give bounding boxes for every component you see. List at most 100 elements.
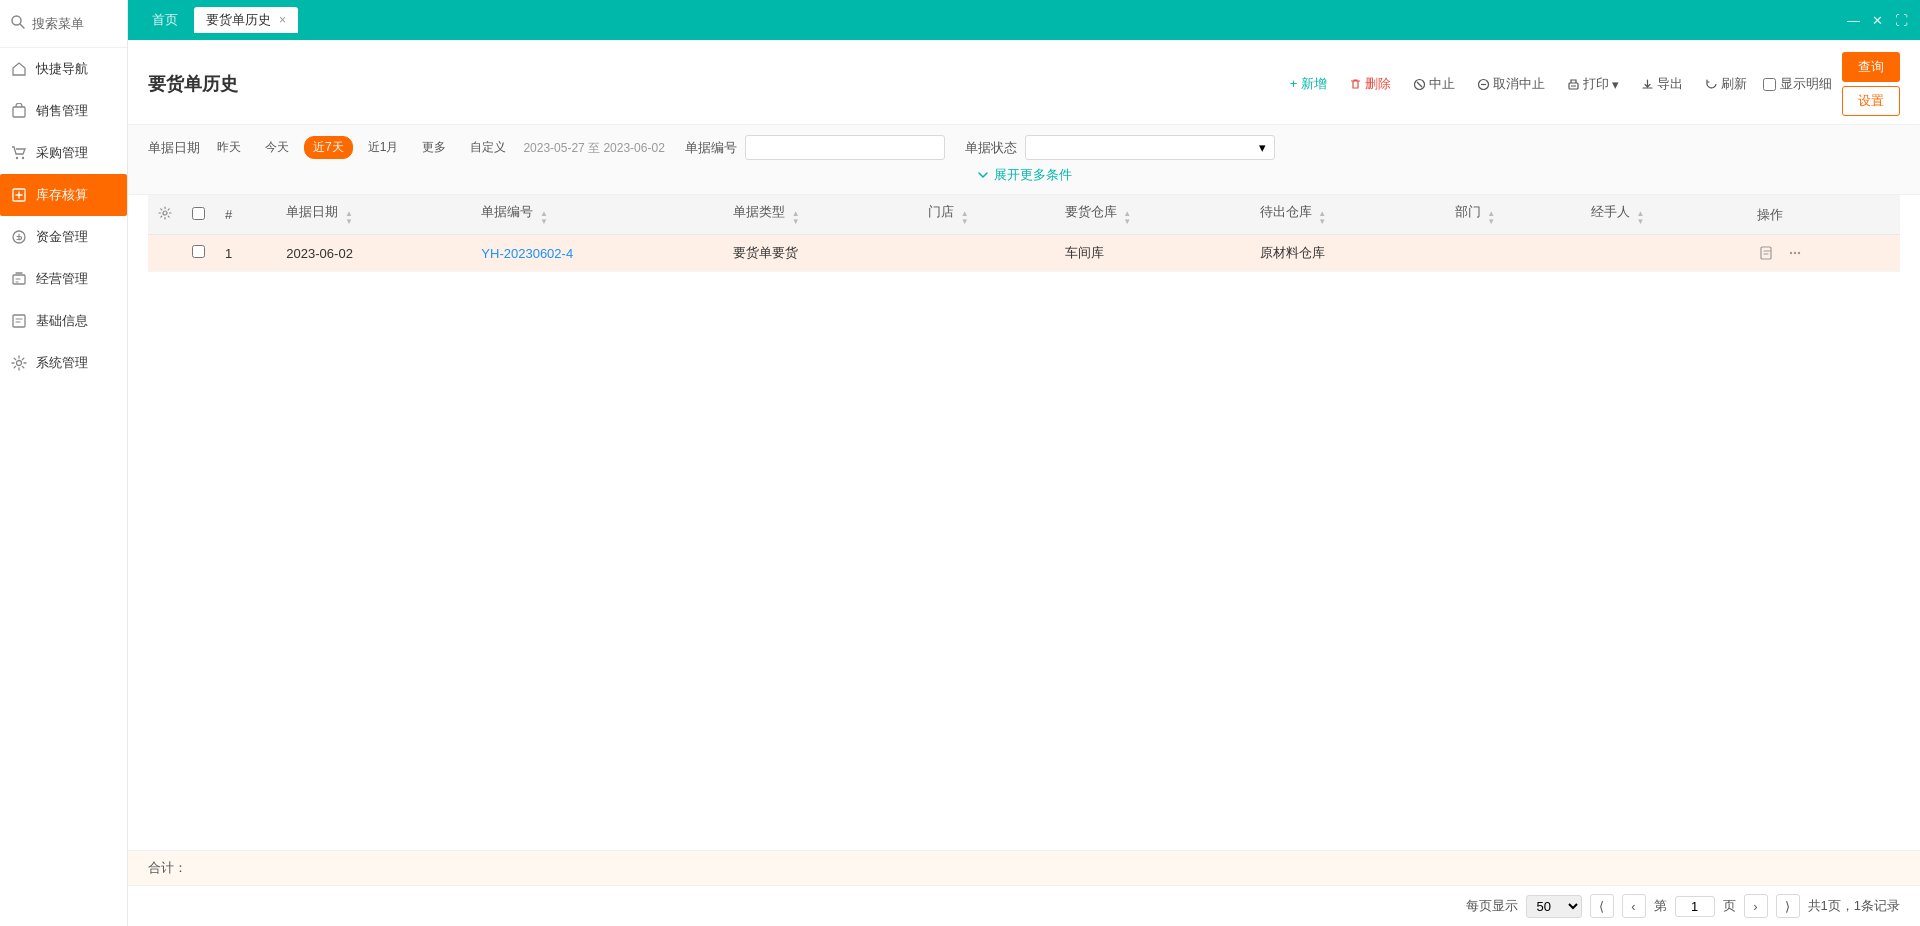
- page-area: 要货单历史 + 新增 删除 中止 取消中止: [128, 40, 1920, 926]
- top-nav-right: — ✕ ⛶: [1847, 13, 1908, 28]
- svg-point-18: [1793, 252, 1795, 254]
- page-header: 要货单历史 + 新增 删除 中止 取消中止: [128, 40, 1920, 125]
- prev-page-btn[interactable]: ‹: [1622, 894, 1646, 918]
- export-button[interactable]: 导出: [1635, 71, 1689, 97]
- table-header-row: # 单据日期 ▲▼ 单据编号 ▲▼ 单据类型 ▲▼: [148, 195, 1900, 235]
- sidebar-item-purchase[interactable]: 采购管理: [0, 132, 127, 174]
- print-button[interactable]: 打印 ▾: [1561, 71, 1625, 97]
- date-btn-7days[interactable]: 近7天: [304, 136, 353, 159]
- page-title: 要货单历史: [148, 72, 238, 96]
- stop-button[interactable]: 中止: [1407, 71, 1461, 97]
- refresh-button[interactable]: 刷新: [1699, 71, 1753, 97]
- sidebar-item-base-info[interactable]: 基础信息: [0, 300, 127, 342]
- filter-doc-date: 单据日期 昨天 今天 近7天 近1月 更多 自定义 2023-05-27 至 2…: [148, 136, 665, 159]
- query-button[interactable]: 查询: [1842, 52, 1900, 82]
- expand-more-btn[interactable]: 展开更多条件: [148, 166, 1900, 184]
- sidebar-item-finance[interactable]: 资金管理: [0, 216, 127, 258]
- doc-no-link[interactable]: YH-20230602-4: [481, 246, 573, 261]
- last-page-btn[interactable]: ⟩: [1776, 894, 1800, 918]
- tab-history[interactable]: 要货单历史 ×: [194, 7, 298, 33]
- row-checkbox[interactable]: [192, 245, 205, 258]
- td-settings: [148, 235, 182, 272]
- sidebar-item-system[interactable]: 系统管理: [0, 342, 127, 384]
- tab-close-icon[interactable]: ×: [279, 13, 286, 27]
- sidebar-item-label: 系统管理: [36, 354, 88, 372]
- date-btn-today[interactable]: 今天: [256, 136, 298, 159]
- date-btn-yesterday[interactable]: 昨天: [208, 136, 250, 159]
- th-doc-type[interactable]: 单据类型 ▲▼: [723, 195, 918, 235]
- settings-button[interactable]: 设置: [1842, 86, 1900, 116]
- data-table: # 单据日期 ▲▼ 单据编号 ▲▼ 单据类型 ▲▼: [148, 195, 1900, 272]
- date-btn-1month[interactable]: 近1月: [359, 136, 408, 159]
- purchase-icon: [10, 144, 28, 162]
- doc-no-input[interactable]: [745, 135, 945, 160]
- row-edit-icon[interactable]: [1757, 243, 1777, 263]
- date-btn-custom[interactable]: 自定义: [461, 136, 515, 159]
- sidebar: 搜索菜单 快捷导航 销售管理 采购管理 库存核算: [0, 0, 128, 926]
- tab-home-label: 首页: [152, 11, 178, 29]
- th-doc-date[interactable]: 单据日期 ▲▼: [276, 195, 471, 235]
- sidebar-item-label: 快捷导航: [36, 60, 88, 78]
- td-doc-no: YH-20230602-4: [471, 235, 723, 272]
- tab-history-label: 要货单历史: [206, 11, 271, 29]
- show-detail-checkbox[interactable]: 显示明细: [1763, 75, 1832, 93]
- sidebar-search-label: 搜索菜单: [32, 15, 84, 33]
- page-label: 第: [1654, 897, 1667, 915]
- sidebar-item-operation[interactable]: 经营管理: [0, 258, 127, 300]
- date-btn-more[interactable]: 更多: [413, 136, 455, 159]
- th-checkbox: [182, 195, 215, 235]
- td-doc-type: 要货单要货: [723, 235, 918, 272]
- summary-label: 合计：: [148, 859, 187, 877]
- th-pending-warehouse[interactable]: 待出仓库 ▲▼: [1250, 195, 1445, 235]
- sidebar-item-label: 资金管理: [36, 228, 88, 246]
- svg-point-0: [12, 16, 21, 25]
- delete-button[interactable]: 删除: [1343, 71, 1397, 97]
- home-icon: [10, 60, 28, 78]
- th-shop[interactable]: 门店 ▲▼: [918, 195, 1054, 235]
- th-handler[interactable]: 经手人 ▲▼: [1581, 195, 1747, 235]
- page-size-select[interactable]: 50 10 20 100: [1526, 895, 1582, 918]
- svg-point-4: [22, 157, 24, 159]
- th-doc-no[interactable]: 单据编号 ▲▼: [471, 195, 723, 235]
- new-button[interactable]: + 新增: [1284, 71, 1333, 97]
- show-detail-input[interactable]: [1763, 78, 1776, 91]
- sidebar-item-quick-nav[interactable]: 快捷导航: [0, 48, 127, 90]
- select-all-checkbox[interactable]: [192, 207, 205, 220]
- sidebar-item-sales[interactable]: 销售管理: [0, 90, 127, 132]
- sidebar-search[interactable]: 搜索菜单: [0, 0, 127, 48]
- operation-icon: [10, 270, 28, 288]
- td-req-warehouse: 车间库: [1055, 235, 1250, 272]
- next-page-btn[interactable]: ›: [1744, 894, 1768, 918]
- print-dropdown-icon[interactable]: ▾: [1612, 77, 1619, 92]
- window-expand-icon[interactable]: ⛶: [1895, 13, 1908, 28]
- td-pending-warehouse: 原材料仓库: [1250, 235, 1445, 272]
- first-page-btn[interactable]: ⟨: [1590, 894, 1614, 918]
- th-department[interactable]: 部门 ▲▼: [1445, 195, 1581, 235]
- page-input[interactable]: [1675, 896, 1715, 917]
- th-req-warehouse[interactable]: 要货仓库 ▲▼: [1055, 195, 1250, 235]
- svg-point-15: [163, 211, 167, 215]
- sidebar-item-label: 销售管理: [36, 102, 88, 120]
- svg-rect-14: [1571, 85, 1576, 86]
- cancel-stop-button[interactable]: 取消中止: [1471, 71, 1551, 97]
- tab-home[interactable]: 首页: [140, 7, 190, 33]
- th-operation: 操作: [1747, 195, 1900, 235]
- base-info-icon: [10, 312, 28, 330]
- inventory-icon: [10, 186, 28, 204]
- svg-rect-2: [13, 107, 25, 117]
- th-settings[interactable]: [148, 195, 182, 235]
- window-close-icon[interactable]: ✕: [1872, 13, 1883, 28]
- doc-status-select[interactable]: ▾: [1025, 135, 1275, 160]
- td-checkbox: [182, 235, 215, 272]
- td-operation: [1747, 235, 1900, 272]
- toolbar: + 新增 删除 中止 取消中止 打印: [1284, 52, 1900, 116]
- doc-date-label: 单据日期: [148, 139, 200, 157]
- filter-doc-status: 单据状态 ▾: [965, 135, 1275, 160]
- table-area: # 单据日期 ▲▼ 单据编号 ▲▼ 单据类型 ▲▼: [128, 195, 1920, 850]
- row-more-icon[interactable]: [1785, 243, 1805, 263]
- sidebar-item-inventory[interactable]: 库存核算: [0, 174, 127, 216]
- sales-icon: [10, 102, 28, 120]
- date-filters: 昨天 今天 近7天 近1月 更多 自定义: [208, 136, 515, 159]
- window-minimize-icon[interactable]: —: [1847, 13, 1860, 28]
- table-row: 1 2023-06-02 YH-20230602-4 要货单要货 车间库 原材料…: [148, 235, 1900, 272]
